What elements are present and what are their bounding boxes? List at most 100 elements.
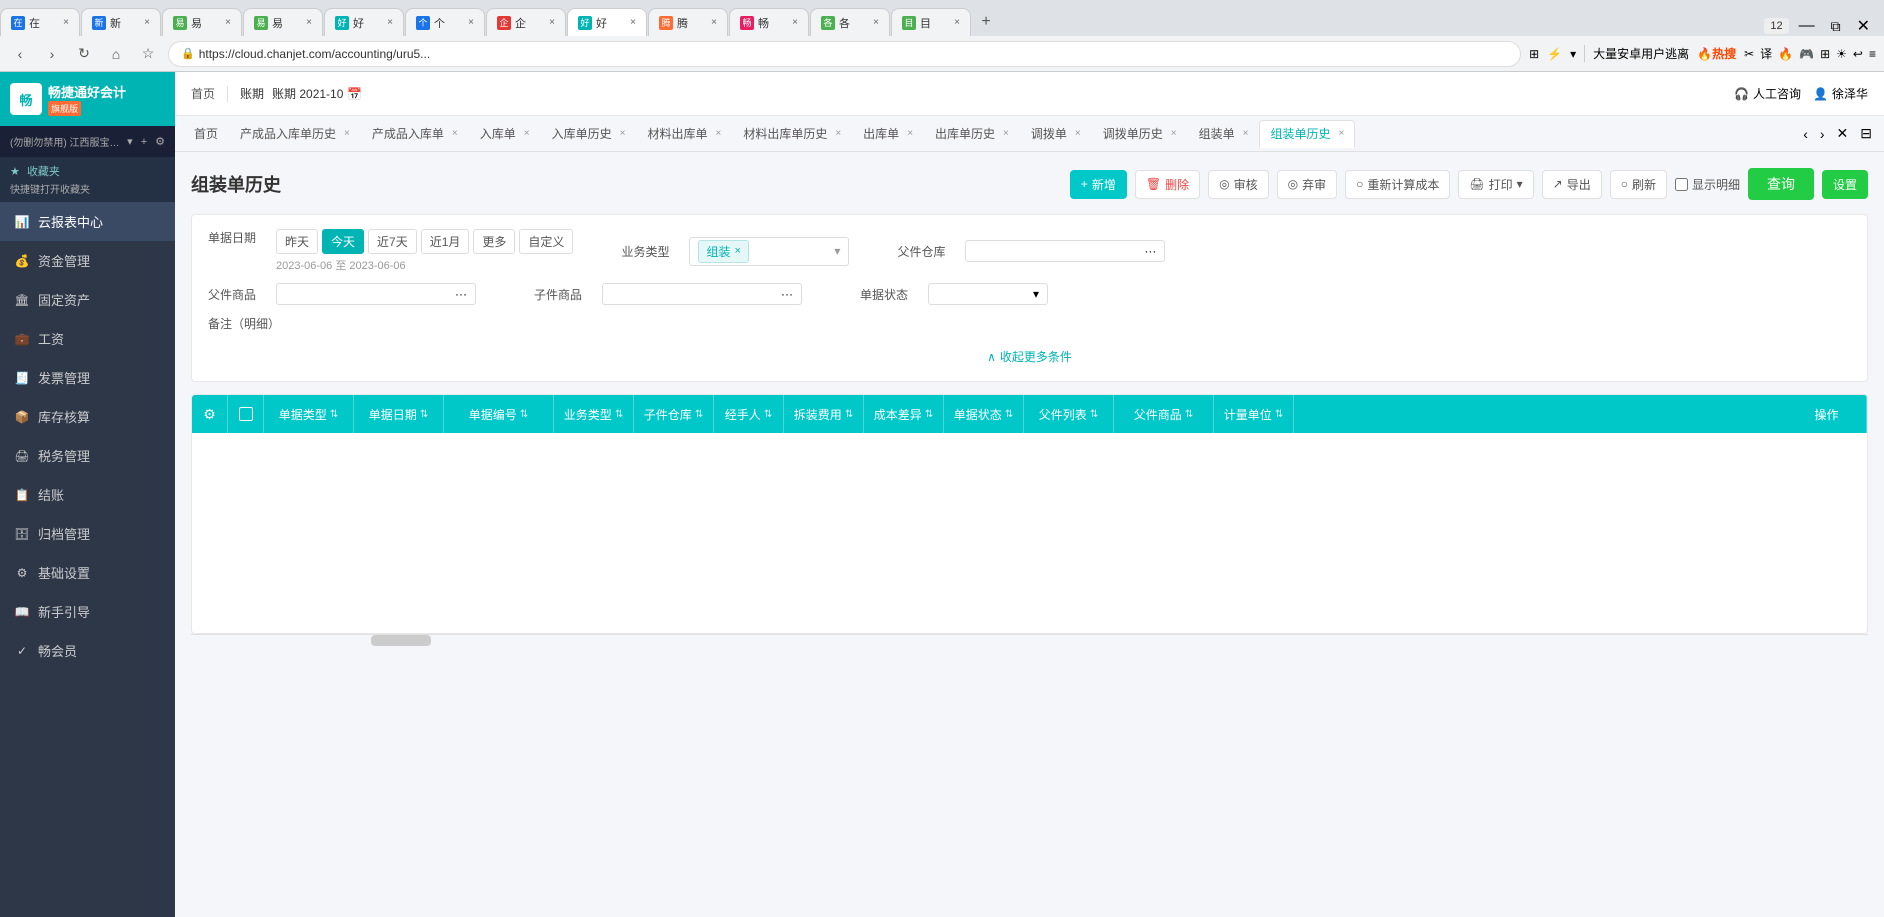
tab-close-4[interactable]: × — [306, 17, 312, 28]
add-company-icon[interactable]: + — [141, 136, 147, 148]
browser-tab-6[interactable]: 个 个 × — [405, 8, 485, 36]
undo-icon[interactable]: ↩ — [1853, 47, 1863, 61]
sidebar-item-funds[interactable]: 💰 资金管理 — [0, 241, 175, 280]
tab-close-1[interactable]: × — [63, 17, 69, 28]
select-all-checkbox[interactable] — [239, 407, 253, 421]
reload-button[interactable]: ↻ — [72, 42, 96, 66]
browser-tab-7[interactable]: 企 企 × — [486, 8, 566, 36]
menu-icon[interactable]: ≡ — [1869, 47, 1876, 61]
dropdown-button[interactable]: ▾ — [1570, 47, 1576, 61]
url-bar[interactable]: 🔒 https://cloud.chanjet.com/accounting/u… — [168, 41, 1521, 67]
page-tab-material-out-close[interactable]: × — [715, 128, 721, 139]
th-checkbox[interactable] — [228, 395, 264, 433]
print-button[interactable]: 🖨 打印 ▾ — [1458, 170, 1533, 199]
add-button[interactable]: + 新增 — [1070, 170, 1127, 199]
back-button[interactable]: ‹ — [8, 42, 32, 66]
browser-tab-4[interactable]: 易 易 × — [243, 8, 323, 36]
tab-close-11[interactable]: × — [873, 17, 879, 28]
home-button[interactable]: ⌂ — [104, 42, 128, 66]
th-type[interactable]: 单据类型 — [264, 395, 354, 433]
sidebar-item-tax[interactable]: 🖨 税务管理 — [0, 436, 175, 475]
grid-button[interactable]: ⊞ — [1529, 47, 1539, 61]
sidebar-item-assets[interactable]: 🏛 固定资产 — [0, 280, 175, 319]
th-number[interactable]: 单据编号 — [444, 395, 554, 433]
th-warehouse[interactable]: 子件仓库 — [634, 395, 714, 433]
page-tab-material-out-history[interactable]: 材料出库单历史 × — [732, 120, 852, 148]
page-tab-outbound-history[interactable]: 出库单历史 × — [924, 120, 1020, 148]
date-more[interactable]: 更多 — [473, 229, 515, 254]
sidebar-item-invoice[interactable]: 🧾 发票管理 — [0, 358, 175, 397]
gear-icon[interactable]: ⚙ — [203, 406, 216, 423]
th-parent-goods[interactable]: 父件商品 — [1114, 395, 1214, 433]
set-button[interactable]: 设置 — [1822, 170, 1868, 199]
biz-type-select[interactable]: 组装 × ▾ — [689, 237, 849, 266]
sidebar-item-inventory[interactable]: 📦 库存核算 — [0, 397, 175, 436]
review-button[interactable]: ◎ 审核 — [1208, 170, 1269, 199]
page-tab-material-out[interactable]: 材料出库单 × — [636, 120, 732, 148]
page-tab-assembly-history-close[interactable]: × — [1338, 128, 1344, 139]
page-tab-home[interactable]: 首页 — [183, 120, 229, 148]
page-tab-assembly[interactable]: 组装单 × — [1188, 120, 1260, 148]
bookmark-button[interactable]: ☆ — [136, 42, 160, 66]
date-yesterday[interactable]: 昨天 — [276, 229, 318, 254]
horizontal-scrollbar[interactable] — [191, 634, 1868, 646]
tab-close-9[interactable]: × — [711, 17, 717, 28]
forward-button[interactable]: › — [40, 42, 64, 66]
favorites-bar[interactable]: ★ 收藏夹 快捷键打开收藏夹 — [0, 157, 175, 202]
header-home-link[interactable]: 首页 — [191, 85, 215, 102]
minimize-button[interactable]: — — [1793, 17, 1821, 35]
sidebar-item-member[interactable]: ✓ 畅会员 — [0, 631, 175, 670]
lightning-button[interactable]: ⚡ — [1547, 47, 1562, 61]
th-parent-list[interactable]: 父件列表 — [1024, 395, 1114, 433]
grid-icon[interactable]: ⊞ — [1820, 47, 1830, 61]
tabs-more[interactable]: ⊟ — [1856, 125, 1876, 142]
biz-type-tag-close[interactable]: × — [734, 245, 740, 257]
th-biz-type[interactable]: 业务类型 — [554, 395, 634, 433]
sidebar-item-salary[interactable]: 💼 工资 — [0, 319, 175, 358]
parent-goods-input[interactable]: ··· — [276, 283, 476, 305]
page-tab-produced-history-close[interactable]: × — [344, 128, 350, 139]
th-date[interactable]: 单据日期 — [354, 395, 444, 433]
collapse-button[interactable]: ∧ 收起更多条件 — [208, 342, 1851, 367]
tab-close-8[interactable]: × — [630, 17, 636, 28]
tabs-close-all[interactable]: ✕ — [1833, 125, 1853, 142]
date-custom[interactable]: 自定义 — [519, 229, 573, 254]
browser-tab-5[interactable]: 好 好 × — [324, 8, 404, 36]
date-1month[interactable]: 近1月 — [421, 229, 470, 254]
browser-tab-3[interactable]: 易 易 × — [162, 8, 242, 36]
browser-tab-10[interactable]: 畅 畅 × — [729, 8, 809, 36]
page-tab-produced-close[interactable]: × — [452, 128, 458, 139]
browser-tab-2[interactable]: 新 新 × — [81, 8, 161, 36]
child-goods-input[interactable]: ··· — [602, 283, 802, 305]
close-button[interactable]: ✕ — [1851, 16, 1876, 36]
maximize-button[interactable]: ⧉ — [1825, 18, 1847, 35]
page-tab-inbound-history[interactable]: 入库单历史 × — [541, 120, 637, 148]
browser-tab-9[interactable]: 腾 腾 × — [648, 8, 728, 36]
company-selector[interactable]: (勿删勿禁用) 江西服宝测试专用 ▾ + ⚙ — [0, 126, 175, 157]
recalc-button[interactable]: ○ 重新计算成本 — [1345, 170, 1450, 199]
sidebar-item-reports[interactable]: 📊 云报表中心 — [0, 202, 175, 241]
th-status[interactable]: 单据状态 — [944, 395, 1024, 433]
page-tab-transfer-history-close[interactable]: × — [1171, 128, 1177, 139]
sidebar-item-archive[interactable]: 🗄 归档管理 — [0, 514, 175, 553]
browser-tab-11[interactable]: 各 各 × — [810, 8, 890, 36]
status-select[interactable]: ▾ — [928, 283, 1048, 305]
th-disassemble-fee[interactable]: 拆装费用 — [784, 395, 864, 433]
th-cost-diff[interactable]: 成本差异 — [864, 395, 944, 433]
sidebar-item-settings[interactable]: ⚙ 基础设置 — [0, 553, 175, 592]
tabs-scroll-right[interactable]: › — [1816, 126, 1829, 142]
page-tab-inbound-history-close[interactable]: × — [620, 128, 626, 139]
page-tab-outbound[interactable]: 出库单 × — [852, 120, 924, 148]
page-tab-produced-history[interactable]: 产成品入库单历史 × — [229, 120, 361, 148]
tab-close-3[interactable]: × — [225, 17, 231, 28]
warehouse-input[interactable]: ··· — [965, 240, 1165, 262]
emoji-icon[interactable]: 🔥 — [1778, 47, 1793, 61]
page-tab-inbound-close[interactable]: × — [524, 128, 530, 139]
page-tab-transfer-history[interactable]: 调拨单历史 × — [1092, 120, 1188, 148]
new-tab-button[interactable]: + — [972, 8, 1000, 36]
date-today[interactable]: 今天 — [322, 229, 364, 254]
tab-close-5[interactable]: × — [387, 17, 393, 28]
export-button[interactable]: ↗ 导出 — [1542, 170, 1602, 199]
query-button[interactable]: 查询 — [1748, 168, 1814, 200]
scissors-icon[interactable]: ✂ — [1744, 47, 1754, 61]
